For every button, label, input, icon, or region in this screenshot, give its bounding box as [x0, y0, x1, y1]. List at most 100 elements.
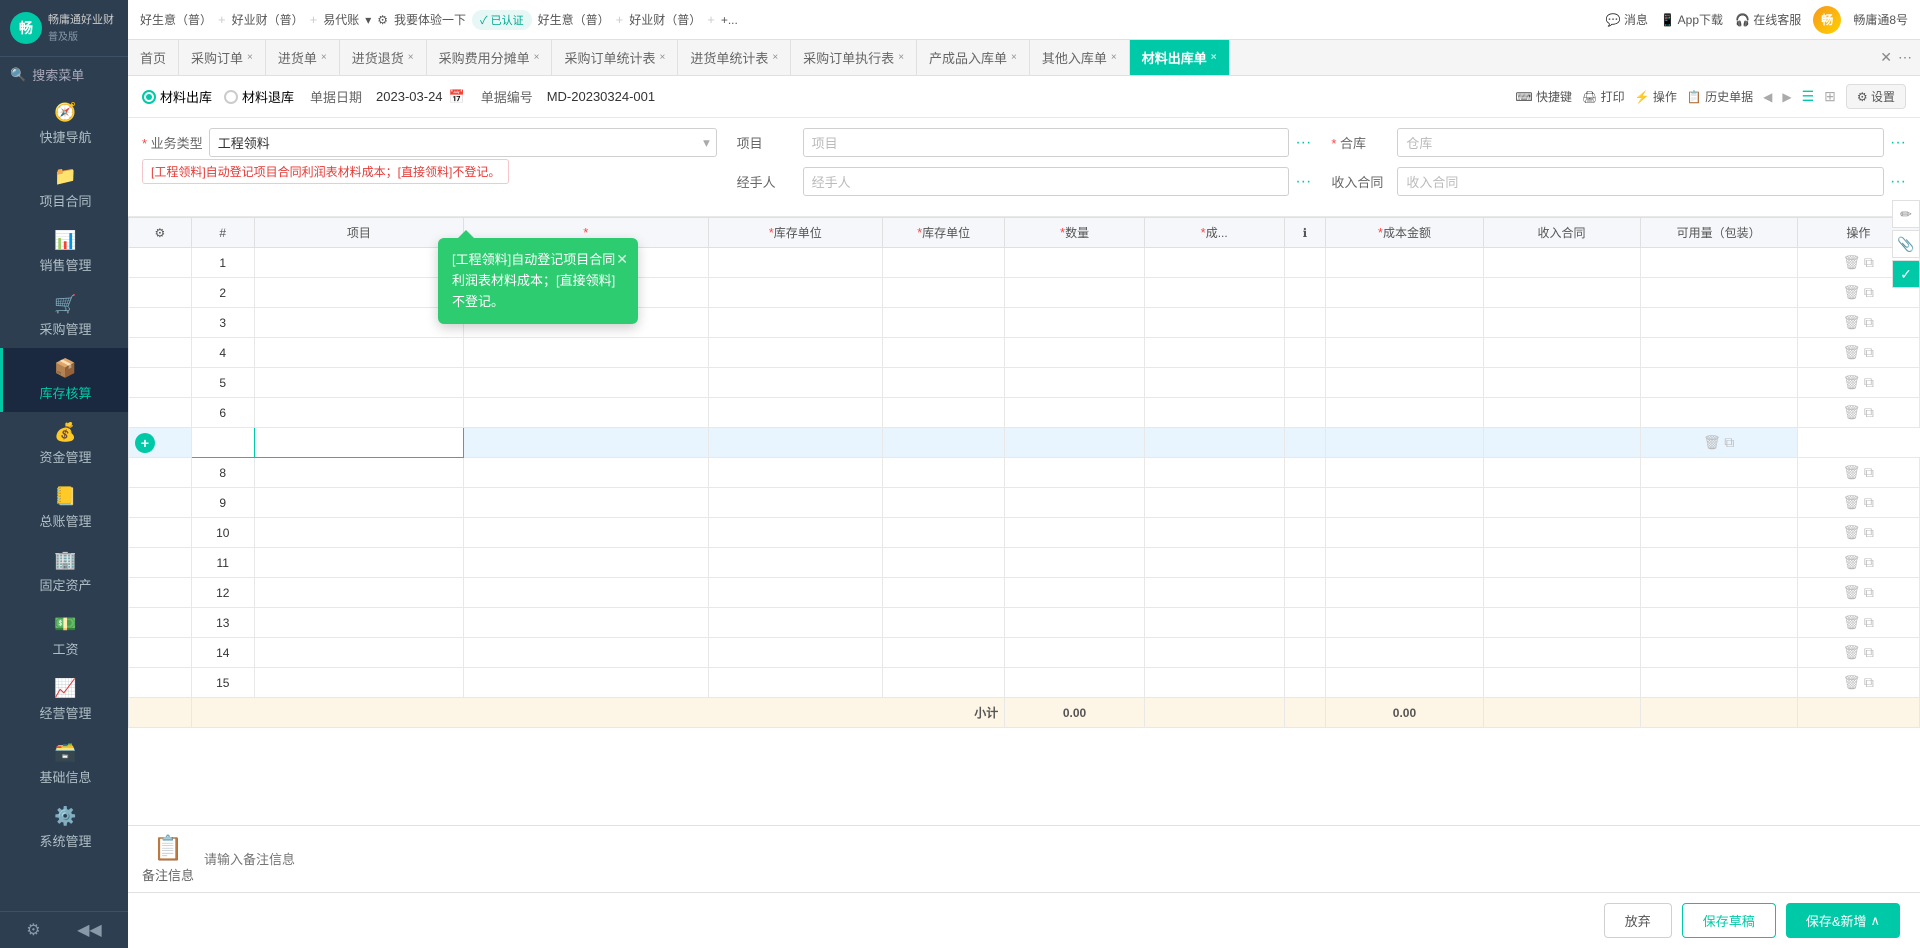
handler-input[interactable]: 经手人	[803, 167, 1290, 196]
row5-income[interactable]	[1483, 368, 1640, 398]
row1-project[interactable]	[254, 248, 463, 278]
tab-purchase-order[interactable]: 采购订单 ×	[179, 40, 266, 76]
row14-unit[interactable]	[883, 638, 1005, 668]
row3-unit[interactable]	[883, 308, 1005, 338]
row10-income[interactable]	[1483, 518, 1640, 548]
row4-unit[interactable]	[883, 338, 1005, 368]
row5-cost[interactable]	[1144, 368, 1284, 398]
row15-cost[interactable]	[1144, 668, 1284, 698]
row2-spec[interactable]	[708, 278, 883, 308]
row3-cost-amount[interactable]	[1326, 308, 1483, 338]
tab-finished-goods-in-close[interactable]: ×	[1011, 52, 1017, 63]
row9-copy-icon[interactable]: ⧉	[1864, 494, 1874, 510]
sidebar-item-project-contract[interactable]: 📁 项目合同	[0, 156, 128, 220]
topbar-easy-bookkeep[interactable]: 易代账	[323, 11, 359, 28]
row2-copy-icon[interactable]: ⧉	[1864, 284, 1874, 300]
tab-purchase-expense[interactable]: 采购费用分摊单 ×	[427, 40, 553, 76]
row11-material[interactable]	[464, 548, 708, 578]
row10-material[interactable]	[464, 518, 708, 548]
tab-goods-stats-close[interactable]: ×	[772, 52, 778, 63]
row12-qty[interactable]	[1005, 578, 1145, 608]
row8-delete-icon[interactable]: 🗑	[1843, 464, 1861, 480]
row5-spec[interactable]	[708, 368, 883, 398]
row9-qty[interactable]	[1005, 488, 1145, 518]
row12-unit[interactable]	[883, 578, 1005, 608]
row1-income[interactable]	[1483, 248, 1640, 278]
row13-spec[interactable]	[708, 608, 883, 638]
row9-project[interactable]	[254, 488, 463, 518]
row9-cost-amount[interactable]	[1326, 488, 1483, 518]
tab-other-in[interactable]: 其他入库单 ×	[1030, 40, 1130, 76]
row2-delete-icon[interactable]: 🗑	[1843, 284, 1861, 300]
tab-purchase-exec[interactable]: 采购订单执行表 ×	[791, 40, 917, 76]
row11-cost-amount[interactable]	[1326, 548, 1483, 578]
tab-purchase-stats-close[interactable]: ×	[659, 52, 665, 63]
sidebar-item-sys-manage[interactable]: ⚙️ 系统管理	[0, 796, 128, 860]
row2-project[interactable]	[254, 278, 463, 308]
row6-qty[interactable]	[1005, 398, 1145, 428]
row6-material[interactable]	[464, 398, 708, 428]
row10-spec[interactable]	[708, 518, 883, 548]
row11-project[interactable]	[254, 548, 463, 578]
business-type-input[interactable]: 工程领料 ▾	[209, 128, 717, 157]
row11-qty[interactable]	[1005, 548, 1145, 578]
row12-spec[interactable]	[708, 578, 883, 608]
tab-other-in-close[interactable]: ×	[1111, 52, 1117, 63]
list-view-icon[interactable]: ☰	[1802, 88, 1815, 105]
row5-unit[interactable]	[883, 368, 1005, 398]
topbar-app-download[interactable]: 📱 App下载	[1660, 11, 1723, 28]
row12-delete-icon[interactable]: 🗑	[1843, 584, 1861, 600]
row7-qty[interactable]	[883, 428, 1005, 458]
row10-copy-icon[interactable]: ⧉	[1864, 524, 1874, 540]
row9-delete-icon[interactable]: 🗑	[1843, 494, 1861, 510]
sidebar-item-sales[interactable]: 📊 销售管理	[0, 220, 128, 284]
row13-cost-amount[interactable]	[1326, 608, 1483, 638]
tab-goods-in-close[interactable]: ×	[321, 52, 327, 63]
tab-home[interactable]: 首页	[128, 40, 179, 76]
row9-cost[interactable]	[1144, 488, 1284, 518]
row14-qty[interactable]	[1005, 638, 1145, 668]
right-panel-clip-icon[interactable]: 📎	[1892, 230, 1920, 258]
project-input[interactable]: 项目	[803, 128, 1290, 157]
row5-project[interactable]	[254, 368, 463, 398]
row14-delete-icon[interactable]: 🗑	[1843, 644, 1861, 660]
sidebar-item-finance[interactable]: 💰 资金管理	[0, 412, 128, 476]
collapse-icon[interactable]: ◀◀	[77, 920, 102, 940]
topbar-settings-icon[interactable]: ⚙	[377, 13, 388, 27]
history-btn[interactable]: 📋 历史单据	[1687, 88, 1753, 105]
row8-cost-amount[interactable]	[1326, 458, 1483, 488]
row2-unit[interactable]	[883, 278, 1005, 308]
quick-key-btn[interactable]: ⌨ 快捷键	[1515, 88, 1572, 105]
row8-material[interactable]	[464, 458, 708, 488]
row8-copy-icon[interactable]: ⧉	[1864, 464, 1874, 480]
income-contract-input[interactable]: 收入合同	[1397, 167, 1884, 196]
sidebar-item-ledger[interactable]: 📒 总账管理	[0, 476, 128, 540]
print-btn[interactable]: 🖨 打印	[1582, 88, 1625, 105]
operation-btn[interactable]: ⚡ 操作	[1635, 88, 1677, 105]
row5-delete-icon[interactable]: 🗑	[1843, 374, 1861, 390]
row6-copy-icon[interactable]: ⧉	[1864, 404, 1874, 420]
project-dots[interactable]: ···	[1295, 134, 1311, 152]
right-panel-edit-icon[interactable]: ✏	[1892, 200, 1920, 228]
row8-qty[interactable]	[1005, 458, 1145, 488]
row14-cost-amount[interactable]	[1326, 638, 1483, 668]
row14-material[interactable]	[464, 638, 708, 668]
row13-cost[interactable]	[1144, 608, 1284, 638]
row3-spec[interactable]	[708, 308, 883, 338]
topbar-online-service[interactable]: 🎧 在线客服	[1735, 11, 1801, 28]
th-settings[interactable]: ⚙	[129, 218, 192, 248]
tabbar-more-icon[interactable]: ⋯	[1898, 49, 1912, 66]
topbar-good-finance[interactable]: 好业财（普）	[232, 11, 304, 28]
row4-income[interactable]	[1483, 338, 1640, 368]
tab-purchase-exec-close[interactable]: ×	[898, 52, 904, 63]
row10-cost[interactable]	[1144, 518, 1284, 548]
row13-unit[interactable]	[883, 608, 1005, 638]
row15-cost-amount[interactable]	[1326, 668, 1483, 698]
row9-income[interactable]	[1483, 488, 1640, 518]
topbar-good-business2[interactable]: 好生意（普）	[538, 11, 610, 28]
radio-material-out[interactable]: 材料出库	[142, 87, 212, 106]
topbar-good-finance2[interactable]: 好业财（普）	[629, 11, 701, 28]
row15-copy-icon[interactable]: ⧉	[1864, 674, 1874, 690]
tab-goods-return[interactable]: 进货退货 ×	[340, 40, 427, 76]
row10-project[interactable]	[254, 518, 463, 548]
